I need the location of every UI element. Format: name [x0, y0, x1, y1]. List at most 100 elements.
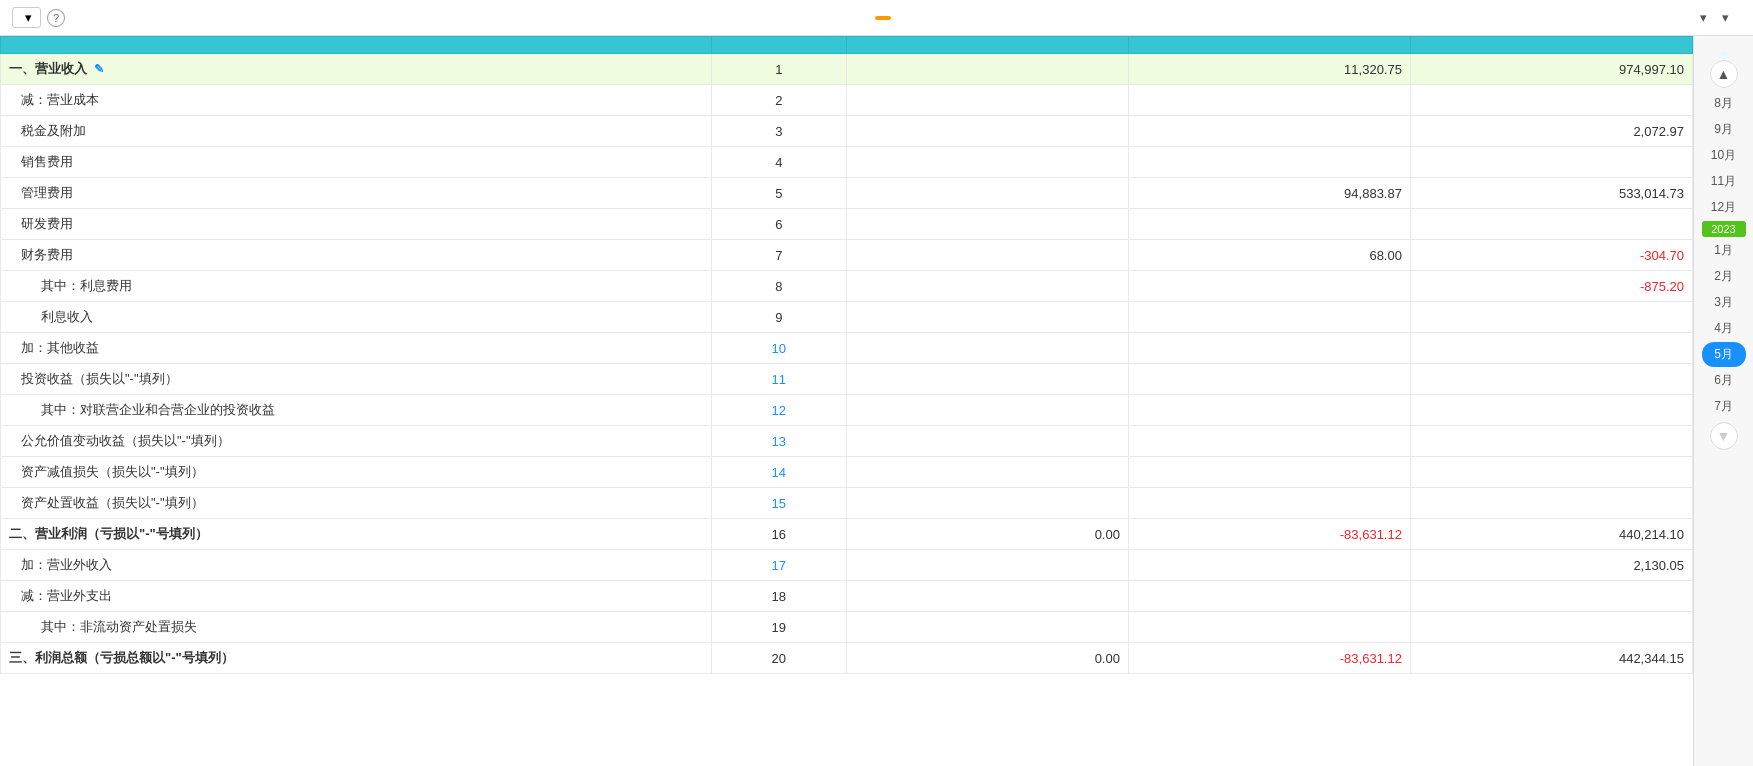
cell-prev-year-amount	[1410, 333, 1692, 364]
scope-dropdown[interactable]: ▾	[12, 7, 41, 28]
month-item[interactable]: 5月	[1702, 342, 1746, 367]
month-item[interactable]: 12月	[1702, 195, 1746, 220]
month-item[interactable]: 4月	[1702, 316, 1746, 341]
cell-item: 一、营业收入 ✎	[1, 54, 712, 85]
cell-row-num: 11	[711, 364, 846, 395]
header-row	[711, 37, 846, 54]
cell-prev-year-amount	[1410, 147, 1692, 178]
table-row: 利息收入9	[1, 302, 1693, 333]
cell-prev-year-amount: 974,997.10	[1410, 54, 1692, 85]
cell-item: 二、营业利润（亏损以"-"号填列）	[1, 519, 712, 550]
month-item[interactable]: 10月	[1702, 143, 1746, 168]
cell-row-num: 13	[711, 426, 846, 457]
cell-prev-year-amount	[1410, 209, 1692, 240]
cell-row-num: 16	[711, 519, 846, 550]
month-item[interactable]: 2月	[1702, 264, 1746, 289]
download-button[interactable]: ▾	[1697, 10, 1707, 25]
cell-prev-year-amount: 533,014.73	[1410, 178, 1692, 209]
cell-year-amount	[1128, 457, 1410, 488]
cell-month-amount	[846, 395, 1128, 426]
table-header-row	[1, 37, 1693, 54]
table-row: 投资收益（损失以"-"填列）11	[1, 364, 1693, 395]
cell-month-amount	[846, 271, 1128, 302]
top-bar-left: ▾ ?	[12, 7, 65, 28]
cell-year-amount	[1128, 395, 1410, 426]
cell-month-amount	[846, 612, 1128, 643]
month-list: 8月9月10月11月12月20231月2月3月4月5月6月7月	[1702, 90, 1746, 420]
month-item[interactable]: 8月	[1702, 91, 1746, 116]
status-badge	[875, 16, 891, 20]
table-row: 其中：对联营企业和合营企业的投资收益12	[1, 395, 1693, 426]
cell-year-amount	[1128, 612, 1410, 643]
cell-item: 加：其他收益	[1, 333, 712, 364]
cell-month-amount	[846, 302, 1128, 333]
month-item[interactable]: 7月	[1702, 394, 1746, 419]
table-row: 三、利润总额（亏损总额以"-"号填列）200.00-83,631.12442,3…	[1, 643, 1693, 674]
cell-row-num: 19	[711, 612, 846, 643]
cell-month-amount	[846, 116, 1128, 147]
cell-month-amount	[846, 488, 1128, 519]
header-year	[1128, 37, 1410, 54]
cell-prev-year-amount	[1410, 395, 1692, 426]
cell-month-amount	[846, 240, 1128, 271]
table-row: 管理费用5 94,883.87533,014.73	[1, 178, 1693, 209]
scroll-up-button[interactable]: ▲	[1710, 60, 1738, 88]
chevron-down-icon: ▾	[25, 10, 32, 25]
header-prev	[1410, 37, 1692, 54]
cell-row-num: 12	[711, 395, 846, 426]
table-row: 其中：非流动资产处置损失19	[1, 612, 1693, 643]
table-row: 减：营业外支出18	[1, 581, 1693, 612]
help-icon[interactable]: ?	[47, 9, 65, 27]
top-bar-actions: ▾ ▾	[1685, 10, 1741, 25]
report-title-area	[65, 16, 1685, 20]
cell-row-num: 5	[711, 178, 846, 209]
cell-row-num: 20	[711, 643, 846, 674]
cell-item: 利息收入	[1, 302, 712, 333]
month-item[interactable]: 6月	[1702, 368, 1746, 393]
edit-icon[interactable]: ✎	[91, 62, 104, 76]
table-row: 资产处置收益（损失以"-"填列）15	[1, 488, 1693, 519]
cell-month-amount	[846, 426, 1128, 457]
cell-month-amount	[846, 147, 1128, 178]
month-item[interactable]: 3月	[1702, 290, 1746, 315]
cell-year-amount	[1128, 550, 1410, 581]
cell-month-amount	[846, 333, 1128, 364]
cell-row-num: 18	[711, 581, 846, 612]
cell-year-amount	[1128, 488, 1410, 519]
cell-year-amount	[1128, 364, 1410, 395]
cell-year-amount: -83,631.12	[1128, 643, 1410, 674]
cell-month-amount	[846, 457, 1128, 488]
cell-year-amount	[1128, 116, 1410, 147]
side-panel: ▲ 8月9月10月11月12月20231月2月3月4月5月6月7月 ▼	[1693, 36, 1753, 766]
table-row: 财务费用768.00-304.70	[1, 240, 1693, 271]
cell-item: 公允价值变动收益（损失以"-"填列）	[1, 426, 712, 457]
table-row: 税金及附加32,072.97	[1, 116, 1693, 147]
scroll-down-button[interactable]: ▼	[1710, 422, 1738, 450]
month-item[interactable]: 2023	[1702, 221, 1746, 237]
cell-year-amount: 94,883.87	[1128, 178, 1410, 209]
print-button[interactable]: ▾	[1719, 10, 1729, 25]
cell-row-num: 4	[711, 147, 846, 178]
cell-row-num: 8	[711, 271, 846, 302]
month-item[interactable]: 1月	[1702, 238, 1746, 263]
table-row: 加：其他收益10	[1, 333, 1693, 364]
cell-item: 管理费用	[1, 178, 712, 209]
cell-year-amount: -83,631.12	[1128, 519, 1410, 550]
cell-year-amount	[1128, 581, 1410, 612]
chevron-down-icon-download: ▾	[1700, 10, 1707, 25]
cell-row-num: 6	[711, 209, 846, 240]
cell-prev-year-amount	[1410, 426, 1692, 457]
cell-item: 加：营业外收入	[1, 550, 712, 581]
cell-year-amount: 11,320.75	[1128, 54, 1410, 85]
cell-year-amount	[1128, 302, 1410, 333]
table-row: 二、营业利润（亏损以"-"号填列）160.00-83,631.12440,214…	[1, 519, 1693, 550]
cell-row-num: 17	[711, 550, 846, 581]
header-month	[846, 37, 1128, 54]
month-item[interactable]: 11月	[1702, 169, 1746, 194]
cell-prev-year-amount: 440,214.10	[1410, 519, 1692, 550]
cell-year-amount	[1128, 147, 1410, 178]
cell-item: 减：营业外支出	[1, 581, 712, 612]
month-item[interactable]: 9月	[1702, 117, 1746, 142]
table-row: 其中：利息费用8-875.20	[1, 271, 1693, 302]
header-item	[1, 37, 712, 54]
